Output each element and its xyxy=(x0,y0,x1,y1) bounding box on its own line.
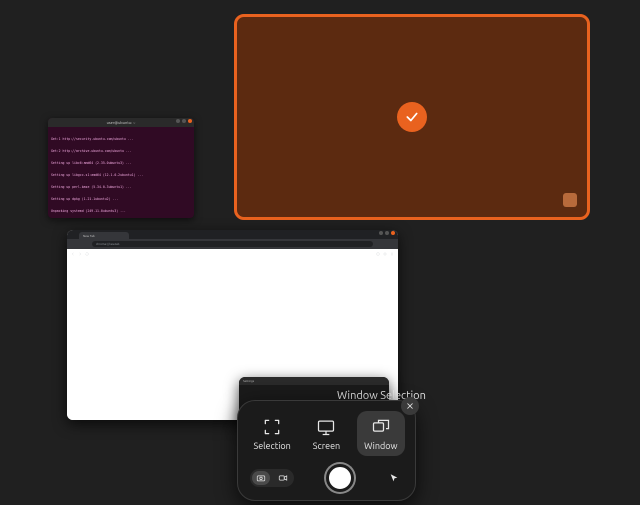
menu-icon[interactable] xyxy=(390,242,394,246)
mode-window[interactable]: Window xyxy=(357,411,405,456)
dark-app-titlebar: Settings xyxy=(239,377,389,385)
close-button[interactable] xyxy=(401,397,419,415)
photo-mode[interactable] xyxy=(252,471,270,485)
mode-label: Window xyxy=(364,441,397,451)
shutter-button[interactable] xyxy=(326,464,354,492)
capture-type-toggle xyxy=(250,469,294,487)
selected-check-icon xyxy=(397,102,427,132)
screenshot-panel: Selection Screen Window xyxy=(237,400,416,501)
browser-tab[interactable]: New Tab xyxy=(79,232,129,239)
mode-screen[interactable]: Screen xyxy=(302,411,350,456)
terminal-window-controls xyxy=(176,119,192,123)
address-bar[interactable]: chrome://newtab xyxy=(92,241,373,247)
terminal-body: Get:1 http://security.ubuntu.com/ubuntu … xyxy=(48,127,194,218)
browser-window-controls xyxy=(379,231,395,235)
window-selected[interactable] xyxy=(234,14,590,220)
mode-label: Selection xyxy=(254,441,291,451)
video-mode[interactable] xyxy=(274,471,292,485)
mode-label: Screen xyxy=(313,441,340,451)
profile-icon[interactable] xyxy=(383,242,387,246)
show-pointer-toggle[interactable] xyxy=(385,469,403,487)
reload-icon[interactable] xyxy=(85,242,89,246)
screen-icon xyxy=(315,417,337,437)
window-terminal[interactable]: user@ubuntu: ~ Get:1 http://security.ubu… xyxy=(48,118,194,218)
terminal-titlebar: user@ubuntu: ~ xyxy=(48,118,194,127)
capture-mode-row: Selection Screen Window xyxy=(248,411,405,456)
mode-selection[interactable]: Selection xyxy=(248,411,296,456)
back-icon[interactable] xyxy=(71,242,75,246)
files-app-icon xyxy=(563,193,577,207)
window-icon xyxy=(370,417,392,437)
forward-icon[interactable] xyxy=(78,242,82,246)
browser-toolbar: chrome://newtab xyxy=(67,239,398,249)
browser-tabbar: New Tab xyxy=(67,230,398,239)
terminal-title: user@ubuntu: ~ xyxy=(107,120,136,125)
selection-icon xyxy=(261,417,283,437)
capture-controls xyxy=(248,464,405,492)
extensions-icon[interactable] xyxy=(376,242,380,246)
